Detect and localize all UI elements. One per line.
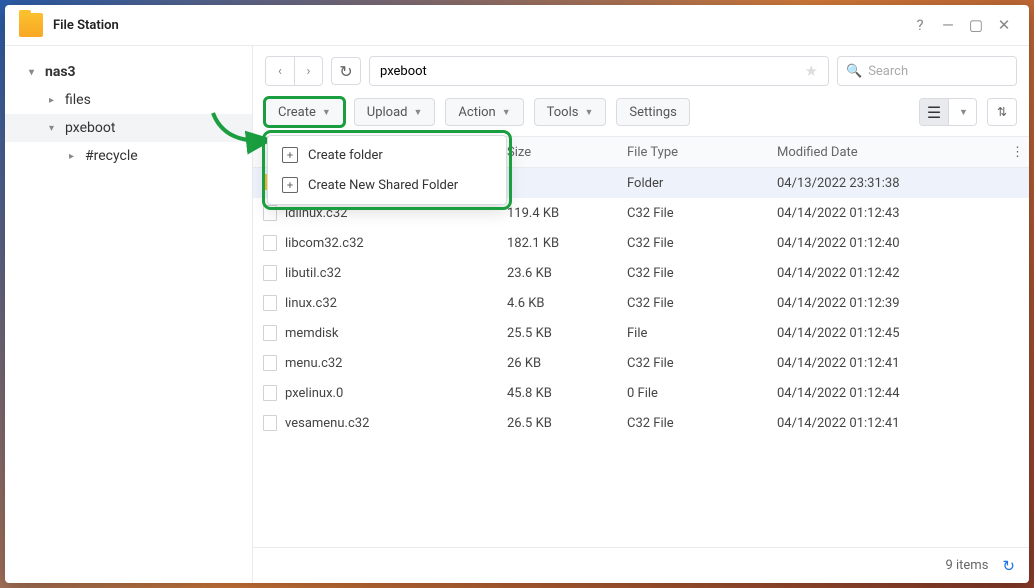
close-button[interactable]: ✕ [993, 14, 1015, 36]
settings-button[interactable]: Settings [616, 98, 689, 126]
search-icon: 🔍 [846, 64, 862, 79]
titlebar: File Station ? — ▢ ✕ [5, 5, 1029, 46]
file-icon [263, 235, 277, 251]
list-view-button[interactable]: ☰ [920, 99, 948, 125]
table-row[interactable]: memdisk25.5 KBFile04/14/2022 01:12:45 [253, 318, 1029, 348]
tree-item-files[interactable]: ▸files [5, 86, 252, 114]
table-row[interactable]: libutil.c3223.6 KBC32 File04/14/2022 01:… [253, 258, 1029, 288]
caret-right-icon: ▸ [49, 95, 59, 106]
app-title: File Station [53, 18, 903, 33]
toolbar-actions: Create▼ Upload▼ Action▼ Tools▼ Settings … [253, 96, 1029, 136]
upload-button[interactable]: Upload▼ [354, 98, 436, 126]
caret-down-icon: ▾ [29, 67, 39, 78]
create-button[interactable]: Create▼ [265, 98, 344, 126]
app-icon [19, 13, 43, 37]
table-row[interactable]: libcom32.c32182.1 KBC32 File04/14/2022 0… [253, 228, 1029, 258]
statusbar: 9 items ↻ [253, 547, 1029, 583]
view-switch: ☰ ▼ [919, 98, 977, 126]
table-row[interactable]: linux.c324.6 KBC32 File04/14/2022 01:12:… [253, 288, 1029, 318]
col-size[interactable]: Size [497, 145, 617, 160]
file-icon [263, 205, 277, 221]
search-input[interactable]: 🔍 Search [837, 56, 1017, 86]
file-icon [263, 325, 277, 341]
tree-item-recycle[interactable]: ▸#recycle [5, 142, 252, 170]
table-row[interactable]: pxelinux.045.8 KB0 File04/14/2022 01:12:… [253, 378, 1029, 408]
star-icon[interactable]: ★ [805, 62, 818, 80]
caret-right-icon: ▸ [69, 151, 79, 162]
file-icon [263, 355, 277, 371]
table-row[interactable]: menu.c3226 KBC32 File04/14/2022 01:12:41 [253, 348, 1029, 378]
chevron-down-icon: ▼ [414, 107, 423, 118]
sort-button[interactable]: ⇅ [987, 98, 1017, 126]
view-dropdown-button[interactable]: ▼ [948, 99, 976, 125]
col-menu-icon[interactable]: ⋮ [1001, 145, 1029, 160]
nav-group: ‹ › [265, 56, 323, 86]
create-folder-item[interactable]: + Create folder [268, 140, 506, 170]
chevron-down-icon: ▼ [502, 107, 511, 118]
sidebar: ▾nas3 ▸files ▾pxeboot ▸#recycle [5, 46, 253, 583]
path-input[interactable]: pxeboot ★ [369, 56, 829, 86]
item-count: 9 items [945, 558, 988, 573]
file-icon [263, 415, 277, 431]
help-button[interactable]: ? [909, 14, 931, 36]
file-icon [263, 265, 277, 281]
chevron-down-icon: ▼ [322, 107, 331, 118]
table-row[interactable]: vesamenu.c3226.5 KBC32 File04/14/2022 01… [253, 408, 1029, 438]
col-date[interactable]: Modified Date [767, 145, 1001, 160]
file-icon [263, 385, 277, 401]
refresh-button[interactable]: ↻ [1002, 557, 1015, 575]
create-shared-folder-item[interactable]: + Create New Shared Folder [268, 170, 506, 200]
new-folder-icon: + [282, 147, 298, 163]
chevron-down-icon: ▼ [959, 107, 968, 118]
minimize-button[interactable]: — [937, 14, 959, 36]
file-icon [263, 295, 277, 311]
tree-root[interactable]: ▾nas3 [5, 58, 252, 86]
tools-button[interactable]: Tools▼ [534, 98, 607, 126]
back-button[interactable]: ‹ [266, 57, 294, 85]
create-dropdown: + Create folder + Create New Shared Fold… [267, 135, 507, 205]
action-button[interactable]: Action▼ [445, 98, 523, 126]
reload-button[interactable]: ↻ [331, 57, 361, 85]
chevron-down-icon: ▼ [584, 107, 593, 118]
caret-down-icon: ▾ [49, 123, 59, 134]
maximize-button[interactable]: ▢ [965, 14, 987, 36]
main-area: ‹ › ↻ pxeboot ★ 🔍 Search Create▼ Upload▼… [253, 46, 1029, 583]
file-station-window: File Station ? — ▢ ✕ ▾nas3 ▸files ▾pxebo… [5, 5, 1029, 583]
tree-item-pxeboot[interactable]: ▾pxeboot [5, 114, 252, 142]
new-shared-folder-icon: + [282, 177, 298, 193]
forward-button[interactable]: › [294, 57, 322, 85]
toolbar-nav: ‹ › ↻ pxeboot ★ 🔍 Search [253, 46, 1029, 96]
col-type[interactable]: File Type [617, 145, 767, 160]
